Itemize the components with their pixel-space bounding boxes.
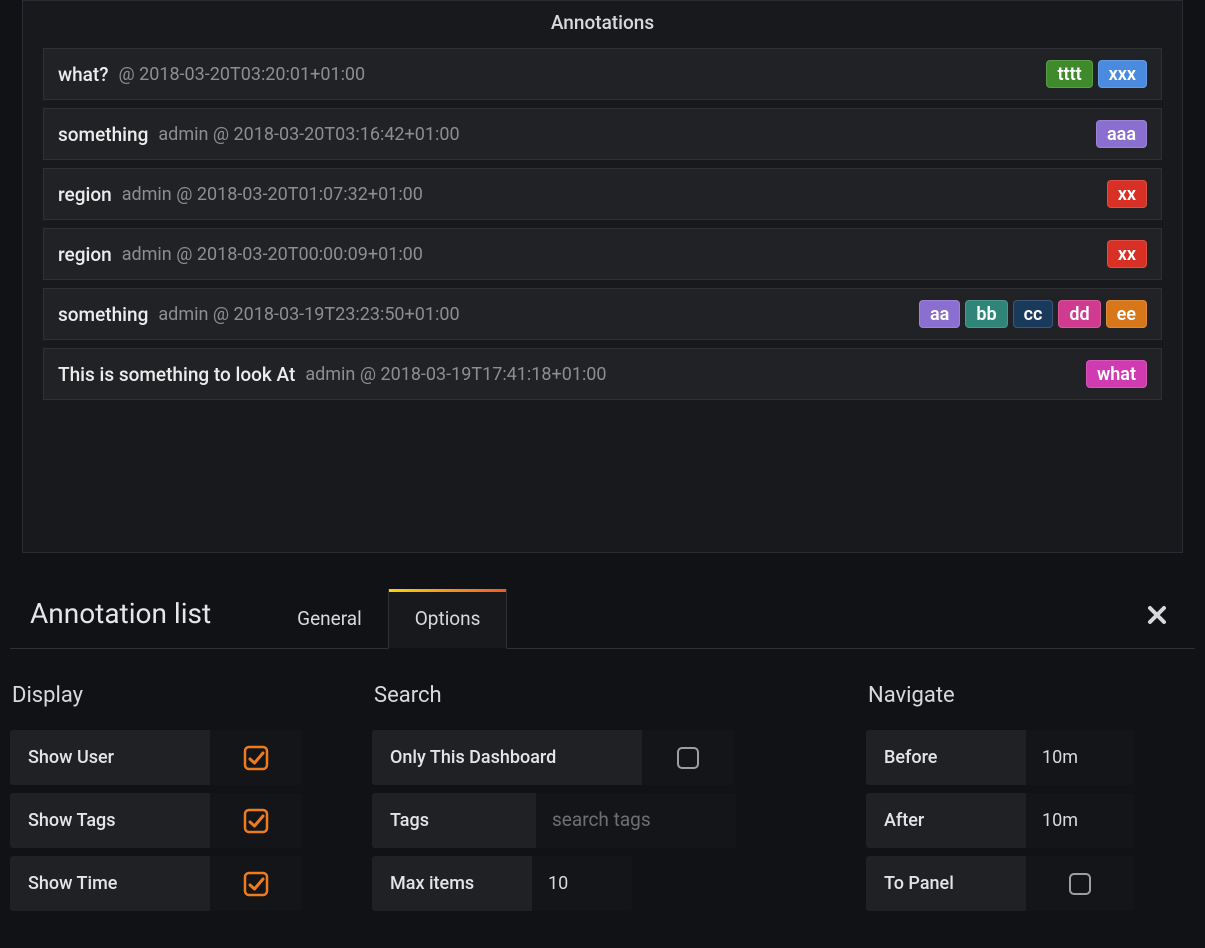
tag-badge[interactable]: dd <box>1058 300 1100 328</box>
tag-badge[interactable]: what <box>1086 360 1147 388</box>
annotation-meta: admin @ 2018-03-19T23:23:50+01:00 <box>158 304 459 325</box>
editor-header: Annotation list General Options <box>10 581 1195 649</box>
tag-badge[interactable]: cc <box>1013 300 1054 328</box>
tag-badge[interactable]: bb <box>965 300 1007 328</box>
tag-badge[interactable]: xxx <box>1098 60 1147 88</box>
tag-badge[interactable]: aaa <box>1096 120 1147 148</box>
show-tags-row: Show Tags <box>10 793 302 848</box>
annotation-title: something <box>58 303 148 326</box>
navigate-heading: Navigate <box>866 683 1134 708</box>
before-label: Before <box>866 730 1026 785</box>
editor-title: Annotation list <box>30 597 211 648</box>
editor-tabs: General Options <box>271 581 507 648</box>
show-time-label: Show Time <box>10 856 210 911</box>
show-time-checkbox[interactable] <box>210 856 302 911</box>
annotation-meta: admin @ 2018-03-19T17:41:18+01:00 <box>305 364 606 385</box>
tag-badge[interactable]: aa <box>919 300 960 328</box>
tag-badge[interactable]: xx <box>1107 180 1147 208</box>
options-body: Display Show User Show Tags Show <box>10 649 1195 919</box>
show-user-label: Show User <box>10 730 210 785</box>
checked-icon <box>242 807 270 835</box>
tag-badge[interactable]: xx <box>1107 240 1147 268</box>
annotations-list: what? @ 2018-03-20T03:20:01+01:00 ttttxxx s… <box>23 48 1182 400</box>
annotation-row[interactable]: region admin @ 2018-03-20T00:00:09+01:00 x… <box>43 228 1162 280</box>
max-items-input[interactable] <box>532 856 632 911</box>
show-tags-label: Show Tags <box>10 793 210 848</box>
to-panel-checkbox[interactable] <box>1026 856 1134 911</box>
max-items-label: Max items <box>372 856 532 911</box>
show-time-row: Show Time <box>10 856 302 911</box>
tags-row: Tags <box>372 793 736 848</box>
annotation-title: what? <box>58 63 108 86</box>
tags-label: Tags <box>372 793 536 848</box>
only-this-dashboard-checkbox[interactable] <box>642 730 734 785</box>
annotation-meta: admin @ 2018-03-20T01:07:32+01:00 <box>122 184 423 205</box>
annotation-meta: admin @ 2018-03-20T03:16:42+01:00 <box>158 124 459 145</box>
annotation-title: region <box>58 243 112 266</box>
max-items-row: Max items <box>372 856 736 911</box>
tab-general[interactable]: General <box>271 589 388 648</box>
tag-badge[interactable]: ee <box>1106 300 1147 328</box>
unchecked-icon <box>677 747 699 769</box>
only-this-dashboard-row: Only This Dashboard <box>372 730 736 785</box>
unchecked-icon <box>1069 873 1091 895</box>
panel-title: Annotations <box>23 1 1182 48</box>
before-row: Before <box>866 730 1134 785</box>
display-heading: Display <box>10 683 302 708</box>
close-icon[interactable] <box>1147 603 1167 631</box>
annotation-title: something <box>58 123 148 146</box>
annotation-row[interactable]: something admin @ 2018-03-19T23:23:50+01:… <box>43 288 1162 340</box>
navigate-section: Navigate Before After To Panel <box>866 683 1134 919</box>
after-row: After <box>866 793 1134 848</box>
tags-input[interactable] <box>536 793 736 848</box>
display-section: Display Show User Show Tags Show <box>10 683 302 919</box>
editor-region: Annotation list General Options Display … <box>0 553 1205 919</box>
search-section: Search Only This Dashboard Tags Max item… <box>372 683 736 919</box>
annotation-row[interactable]: something admin @ 2018-03-20T03:16:42+01:… <box>43 108 1162 160</box>
show-user-row: Show User <box>10 730 302 785</box>
after-input[interactable] <box>1026 793 1134 848</box>
annotation-row[interactable]: region admin @ 2018-03-20T01:07:32+01:00 x… <box>43 168 1162 220</box>
tab-options[interactable]: Options <box>388 589 508 649</box>
annotations-panel: Annotations what? @ 2018-03-20T03:20:01+0… <box>22 0 1183 553</box>
to-panel-row: To Panel <box>866 856 1134 911</box>
annotation-title: This is something to look At <box>58 363 295 386</box>
before-input[interactable] <box>1026 730 1134 785</box>
annotation-row[interactable]: This is something to look At admin @ 2018… <box>43 348 1162 400</box>
checked-icon <box>242 744 270 772</box>
annotation-title: region <box>58 183 112 206</box>
show-user-checkbox[interactable] <box>210 730 302 785</box>
only-this-dashboard-label: Only This Dashboard <box>372 730 642 785</box>
after-label: After <box>866 793 1026 848</box>
checked-icon <box>242 870 270 898</box>
tag-badge[interactable]: tttt <box>1046 60 1092 88</box>
annotation-meta: admin @ 2018-03-20T00:00:09+01:00 <box>122 244 423 265</box>
to-panel-label: To Panel <box>866 856 1026 911</box>
annotation-meta: @ 2018-03-20T03:20:01+01:00 <box>118 64 365 85</box>
show-tags-checkbox[interactable] <box>210 793 302 848</box>
search-heading: Search <box>372 683 736 708</box>
annotation-row[interactable]: what? @ 2018-03-20T03:20:01+01:00 ttttxxx <box>43 48 1162 100</box>
